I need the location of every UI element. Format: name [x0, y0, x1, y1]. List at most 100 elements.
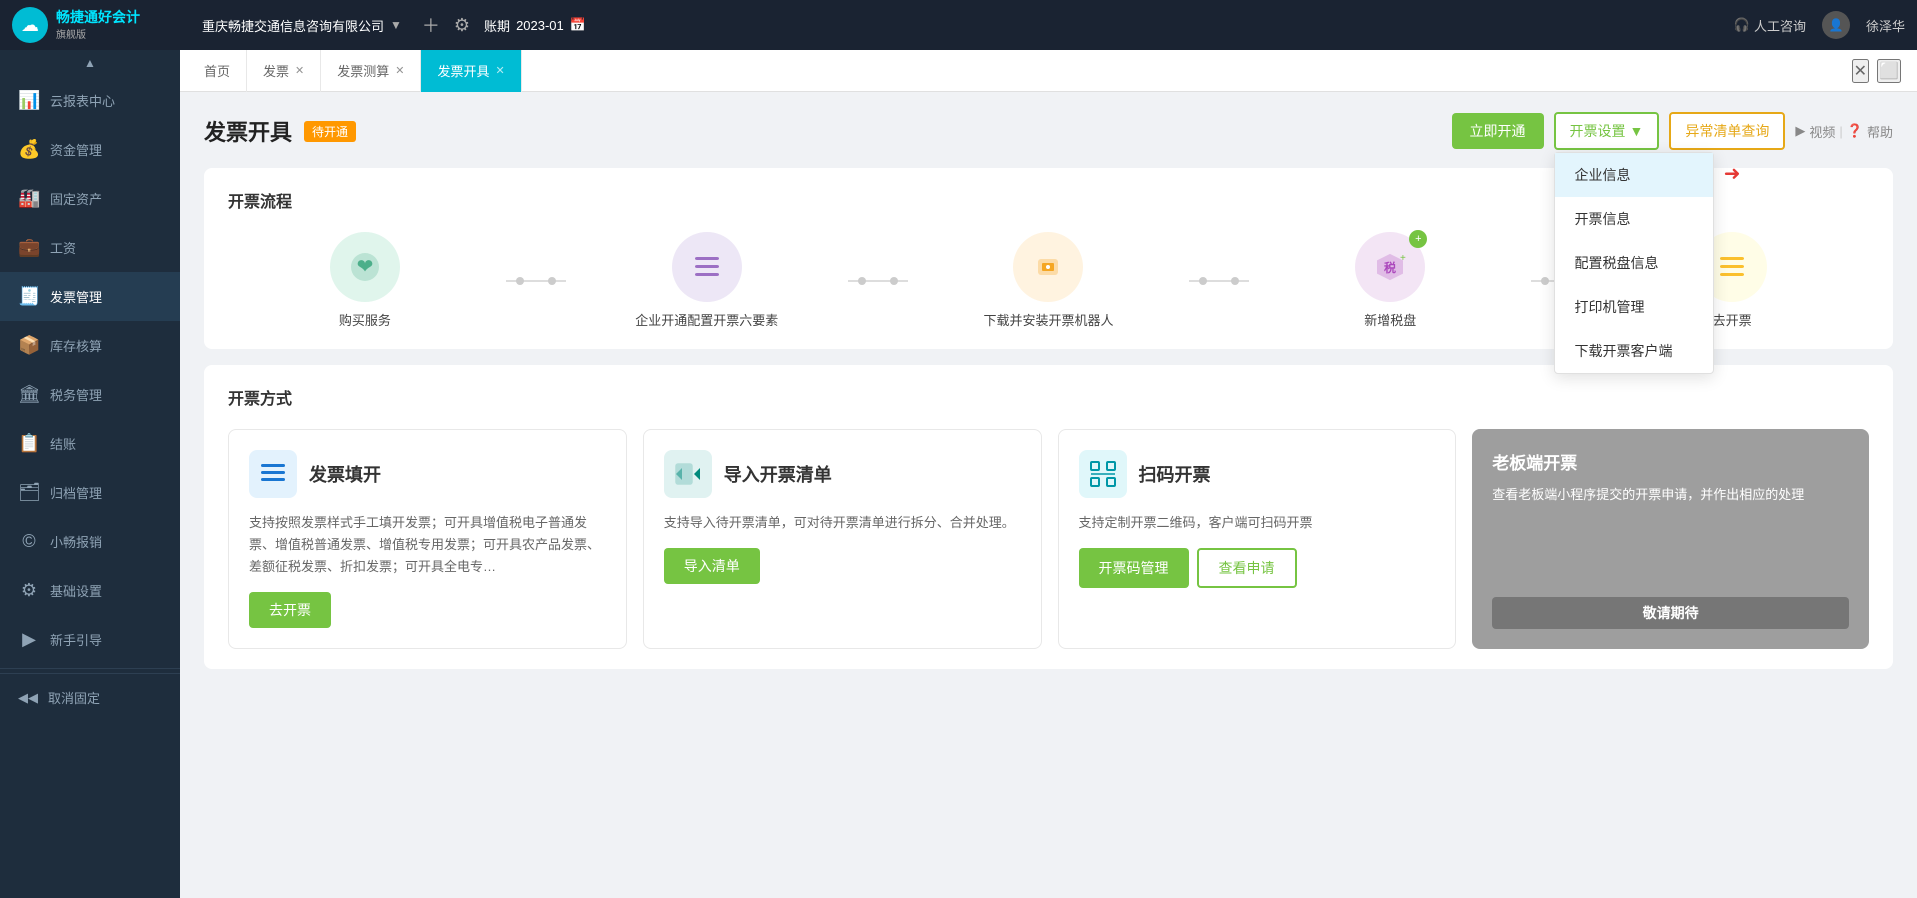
tab-fapiaokaju-label: 发票开具 — [437, 61, 489, 80]
sidebar-item-kucun[interactable]: 📦 库存核算 — [0, 321, 180, 370]
flow-badge-4: + — [1409, 230, 1427, 248]
help-label: 帮助 — [1867, 122, 1893, 141]
logo-text: 畅捷通好会计 旗舰版 — [56, 9, 140, 41]
svg-text:税: 税 — [1384, 260, 1396, 275]
dropdown-printer-label: 打印机管理 — [1575, 299, 1645, 315]
anomaly-list-button[interactable]: 异常清单查询 — [1669, 112, 1785, 150]
app-edition: 旗舰版 — [56, 26, 140, 41]
import-desc: 支持导入待开票清单，可对待开票清单进行拆分、合并处理。 — [664, 512, 1021, 534]
video-help-button[interactable]: ▶ 视频 | ❓ 帮助 — [1795, 122, 1893, 141]
sidebar-item-gudingzichan[interactable]: 🏭 固定资产 — [0, 174, 180, 223]
boss-title: 老板端开票 — [1492, 449, 1849, 474]
methods-grid: 发票填开 支持按照发票样式手工填开发票；可开具增值税电子普通发票、增值税普通发票… — [228, 429, 1869, 649]
boss-overlay-label: 敬请期待 — [1492, 597, 1849, 629]
sidebar-item-fapiao[interactable]: 🧾 发票管理 — [0, 272, 180, 321]
tab-fapiao-close[interactable]: ✕ — [295, 64, 304, 77]
fill-title: 发票填开 — [309, 461, 381, 487]
flow-connector-1 — [506, 280, 566, 282]
flow-icon-3 — [1013, 232, 1083, 302]
tab-home[interactable]: 首页 — [188, 50, 247, 92]
sidebar-item-zijin[interactable]: 💰 资金管理 — [0, 125, 180, 174]
money-icon: 💰 — [18, 139, 40, 160]
method-card-scan: 扫码开票 支持定制开票二维码，客户端可扫码开票 开票码管理 查看申请 — [1058, 429, 1457, 649]
period-label: 账期 — [484, 16, 510, 35]
tab-fapiao[interactable]: 发票 ✕ — [247, 50, 321, 92]
fill-desc: 支持按照发票样式手工填开发票；可开具增值税电子普通发票、增值税普通发票、增值税专… — [249, 512, 606, 578]
xiaochang-icon: © — [18, 531, 40, 552]
scan-icon — [1079, 450, 1127, 498]
factory-icon: 🏭 — [18, 188, 40, 209]
tab-fapiaocesuan-close[interactable]: ✕ — [395, 64, 404, 77]
sidebar-item-gongzi[interactable]: 💼 工资 — [0, 223, 180, 272]
scan-manage-button[interactable]: 开票码管理 — [1079, 548, 1189, 588]
maximize-button[interactable]: ⬜ — [1877, 59, 1901, 83]
video-label: 视频 — [1809, 122, 1835, 141]
method-header-fill: 发票填开 — [249, 450, 606, 498]
flow-label-5: 去开票 — [1713, 310, 1752, 329]
import-button[interactable]: 导入清单 — [664, 548, 760, 584]
settings-dropdown-menu: 企业信息 ➜ 开票信息 配置税盘信息 打印机管理 — [1554, 152, 1714, 374]
chevron-down-icon: ▼ — [390, 18, 402, 32]
dropdown-item-download-client[interactable]: 下载开票客户端 — [1555, 329, 1713, 373]
import-title: 导入开票清单 — [724, 461, 832, 487]
consult-label: 人工咨询 — [1754, 16, 1806, 35]
tab-bar: 首页 发票 ✕ 发票测算 ✕ 发票开具 ✕ ✕ ⬜ — [180, 50, 1917, 92]
gear-icon: ⚙ — [18, 580, 40, 601]
flow-step-1: ❤ 购买服务 — [228, 232, 502, 329]
add-tab-button[interactable]: ＋ — [422, 12, 440, 38]
method-card-fill: 发票填开 支持按照发票样式手工填开发票；可开具增值税电子普通发票、增值税普通发票… — [228, 429, 627, 649]
company-selector[interactable]: 重庆畅捷交通信息咨询有限公司 ▼ — [202, 16, 402, 35]
archive-icon: 🗂 — [18, 482, 40, 503]
ledger-icon: 📋 — [18, 433, 40, 454]
sidebar-label-xiaochang: 小畅报销 — [50, 532, 102, 551]
settings-dropdown-button[interactable]: 开票设置 ▼ — [1554, 112, 1660, 150]
flow-step-4: 税+ + 新增税盘 — [1253, 232, 1527, 329]
import-icon — [664, 450, 712, 498]
tab-fapiaocesuan-label: 发票测算 — [337, 61, 389, 80]
sidebar-item-jichushezhi[interactable]: ⚙ 基础设置 — [0, 566, 180, 615]
scan-view-button[interactable]: 查看申请 — [1197, 548, 1297, 588]
activate-button[interactable]: 立即开通 — [1452, 113, 1544, 149]
sidebar-item-guidang[interactable]: 🗂 归档管理 — [0, 468, 180, 517]
sidebar-bottom-label: 取消固定 — [48, 688, 100, 707]
header-right: 🎧 人工咨询 👤 徐泽华 — [1734, 11, 1905, 39]
tab-fapiaocesuan[interactable]: 发票测算 ✕ — [321, 50, 421, 92]
sidebar-label-gudingzichan: 固定资产 — [50, 189, 102, 208]
status-badge: 待开通 — [304, 121, 356, 142]
flow-label-1: 购买服务 — [339, 310, 391, 329]
settings-button-label: 开票设置 — [1570, 121, 1626, 141]
sidebar-item-xiaochang[interactable]: © 小畅报销 — [0, 517, 180, 566]
dropdown-item-printer[interactable]: 打印机管理 — [1555, 285, 1713, 329]
sidebar-item-shuiwu[interactable]: 🏛 税务管理 — [0, 370, 180, 419]
method-card-boss: 老板端开票 查看老板端小程序提交的开票申请，并作出相应的处理 敬请期待 — [1472, 429, 1869, 649]
sidebar-scroll-up[interactable]: ▲ — [0, 50, 180, 76]
dropdown-company-info-label: 企业信息 — [1575, 167, 1631, 183]
methods-section: 开票方式 发票填开 支持按照发票样式手工填开发票；可开具增值税电子普通发票、增值… — [204, 365, 1893, 669]
sidebar-label-zijin: 资金管理 — [50, 140, 102, 159]
sidebar: ▲ 📊 云报表中心 💰 资金管理 🏭 固定资产 💼 工资 🧾 发票管理 📦 库存… — [0, 50, 180, 898]
header-actions: ＋ ⚙ 账期 2023-01 📅 — [422, 12, 586, 38]
title-actions: 立即开通 开票设置 ▼ 企业信息 ➜ — [1452, 112, 1893, 150]
dropdown-tax-disk-label: 配置税盘信息 — [1575, 255, 1659, 271]
tab-fapiaokaju[interactable]: 发票开具 ✕ — [421, 50, 521, 92]
settings-icon[interactable]: ⚙ — [454, 15, 470, 36]
help-icon: ❓ — [1847, 123, 1863, 139]
scan-buttons: 开票码管理 查看申请 — [1079, 548, 1436, 588]
flow-icon-1: ❤ — [330, 232, 400, 302]
dropdown-item-tax-disk[interactable]: 配置税盘信息 — [1555, 241, 1713, 285]
sidebar-item-jiezhang[interactable]: 📋 结账 — [0, 419, 180, 468]
flow-step-2: 企业开通配置开票六要素 — [570, 232, 844, 329]
gov-icon: 🏛 — [18, 384, 40, 405]
flow-icon-2 — [672, 232, 742, 302]
fill-button[interactable]: 去开票 — [249, 592, 331, 628]
consult-button[interactable]: 🎧 人工咨询 — [1734, 16, 1806, 35]
sidebar-unpin-button[interactable]: ◀◀ 取消固定 — [0, 673, 180, 721]
dropdown-item-company-info[interactable]: 企业信息 ➜ — [1555, 153, 1713, 197]
sidebar-item-xinshou[interactable]: ▶ 新手引导 — [0, 615, 180, 664]
dropdown-item-invoice-info[interactable]: 开票信息 — [1555, 197, 1713, 241]
calendar-icon[interactable]: 📅 — [570, 17, 586, 33]
tab-fapiaokaju-close[interactable]: ✕ — [496, 64, 505, 77]
app-name: 畅捷通好会计 — [56, 9, 140, 26]
close-tab-button[interactable]: ✕ — [1852, 59, 1869, 83]
sidebar-item-yunbao[interactable]: 📊 云报表中心 — [0, 76, 180, 125]
